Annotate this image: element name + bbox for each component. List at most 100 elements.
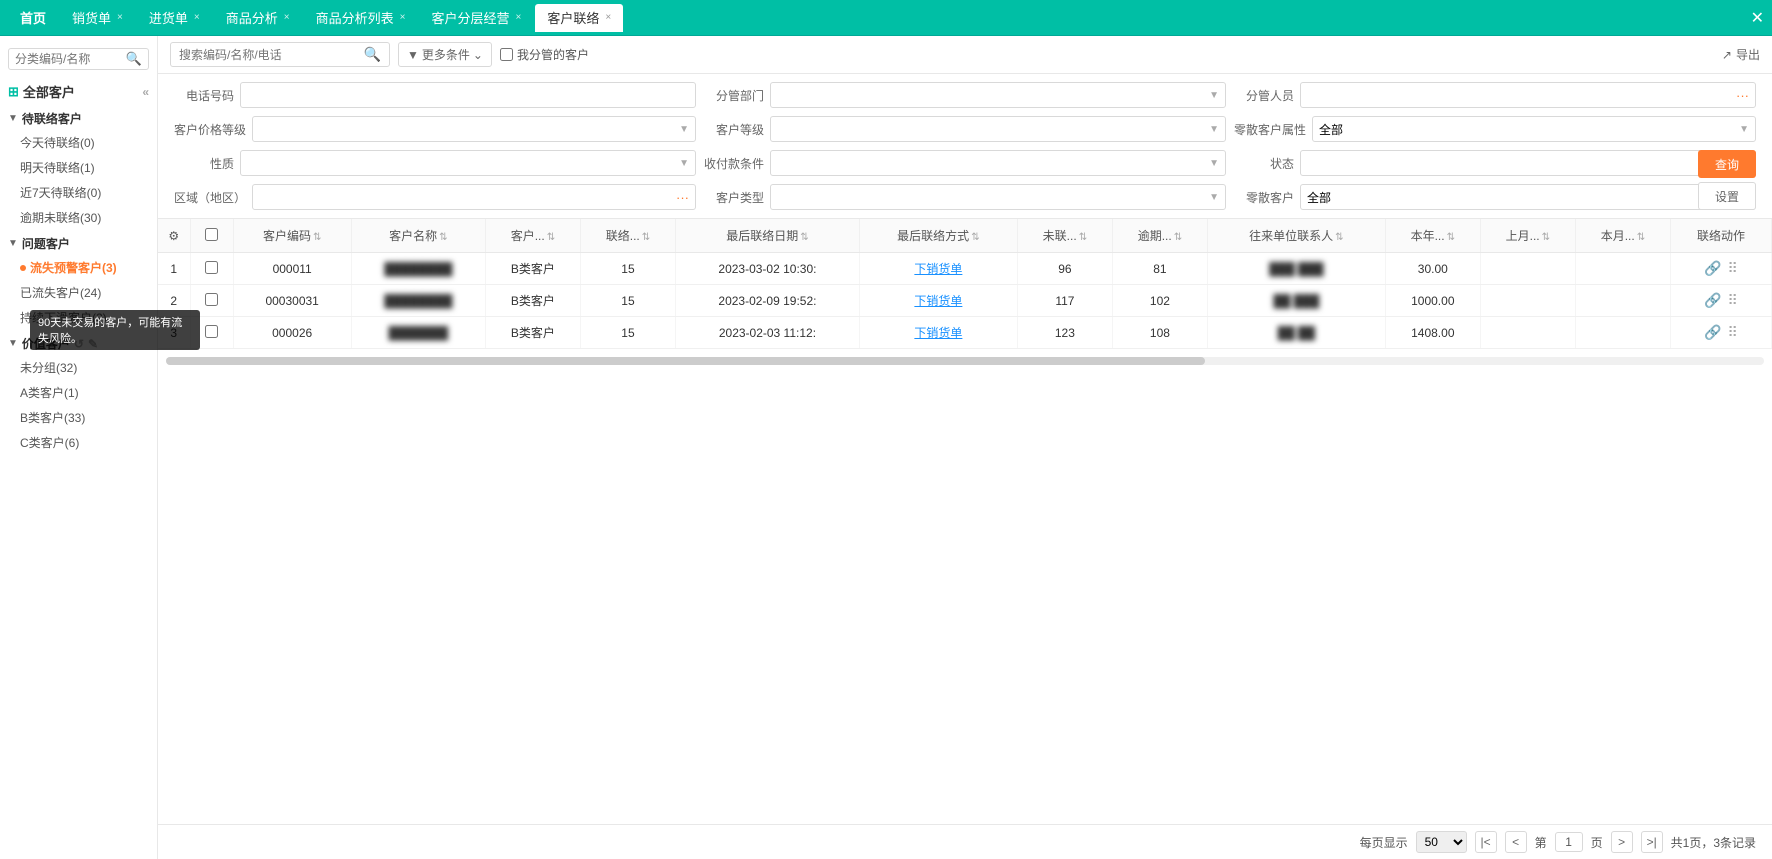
sidebar-item-today[interactable]: 今天待联络(0) bbox=[0, 130, 157, 155]
tab-customer-contact[interactable]: 客户联络 × bbox=[535, 4, 623, 32]
tab-sales[interactable]: 销货单 × bbox=[60, 4, 135, 32]
row3-more-icon[interactable]: ⠿ bbox=[1728, 324, 1738, 341]
row3-way[interactable]: 下销货单 bbox=[859, 317, 1017, 349]
col-check[interactable] bbox=[190, 219, 233, 253]
sidebar-item-c-class[interactable]: C类客户(6) bbox=[0, 430, 157, 455]
tab-home[interactable]: 首页 bbox=[8, 4, 58, 32]
row3-checkbox[interactable] bbox=[205, 325, 218, 338]
tab-analysis[interactable]: 商品分析 × bbox=[214, 4, 302, 32]
tab-analysis-list[interactable]: 商品分析列表 × bbox=[304, 4, 418, 32]
sidebar-item-tomorrow[interactable]: 明天待联络(1) bbox=[0, 155, 157, 180]
status-select[interactable]: ▼ bbox=[1300, 150, 1756, 176]
sidebar-search-box[interactable]: 🔍 bbox=[8, 48, 149, 70]
col-last-way[interactable]: 最后联络方式⇅ bbox=[859, 219, 1017, 253]
sidebar-item-overdue[interactable]: 逾期未联络(30) bbox=[0, 205, 157, 230]
col-code[interactable]: 客户编码⇅ bbox=[233, 219, 351, 253]
sort-no-contact-icon[interactable]: ⇅ bbox=[1079, 232, 1087, 243]
my-customers-checkbox[interactable] bbox=[500, 48, 513, 61]
customer-level-select[interactable]: ▼ bbox=[770, 116, 1226, 142]
sort-year-icon[interactable]: ⇅ bbox=[1447, 232, 1455, 243]
my-customers-checkbox-wrapper[interactable]: 我分管的客户 bbox=[500, 46, 589, 63]
first-page-button[interactable]: |< bbox=[1475, 831, 1497, 853]
col-overdue[interactable]: 逾期...⇅ bbox=[1112, 219, 1207, 253]
sort-code-icon[interactable]: ⇅ bbox=[313, 232, 321, 243]
search-icon[interactable]: 🔍 bbox=[364, 46, 381, 63]
sidebar-section-problem[interactable]: ▼ 问题客户 bbox=[0, 230, 157, 255]
row1-way[interactable]: 下销货单 bbox=[859, 253, 1017, 285]
sidebar-item-7days[interactable]: 近7天待联络(0) bbox=[0, 180, 157, 205]
division-dept-select[interactable]: ▼ bbox=[770, 82, 1226, 108]
current-page[interactable]: 1 bbox=[1555, 832, 1583, 852]
tab-close-analysis[interactable]: × bbox=[284, 12, 290, 23]
search-box[interactable]: 🔍 bbox=[170, 42, 390, 67]
col-unit-contact[interactable]: 往来单位联系人⇅ bbox=[1207, 219, 1385, 253]
price-level-select[interactable]: ▼ bbox=[252, 116, 696, 142]
payment-select[interactable]: ▼ bbox=[770, 150, 1226, 176]
col-name[interactable]: 客户名称⇅ bbox=[351, 219, 485, 253]
sort-unit-icon[interactable]: ⇅ bbox=[1335, 232, 1343, 243]
sort-date-icon[interactable]: ⇅ bbox=[800, 232, 808, 243]
sort-overdue-icon[interactable]: ⇅ bbox=[1174, 232, 1182, 243]
tab-close-sales[interactable]: × bbox=[117, 12, 123, 23]
search-input[interactable] bbox=[179, 48, 364, 62]
phone-input[interactable] bbox=[240, 82, 696, 108]
sort-last-month-icon[interactable]: ⇅ bbox=[1542, 232, 1550, 243]
sort-way-icon[interactable]: ⇅ bbox=[971, 232, 979, 243]
tab-purchase[interactable]: 进货单 × bbox=[137, 4, 212, 32]
tab-close-customer-layer[interactable]: × bbox=[515, 12, 521, 23]
last-page-button[interactable]: >| bbox=[1641, 831, 1663, 853]
col-last-date[interactable]: 最后联络日期⇅ bbox=[675, 219, 859, 253]
horizontal-scrollbar-track[interactable] bbox=[166, 357, 1764, 365]
row1-more-icon[interactable]: ⠿ bbox=[1728, 260, 1738, 277]
col-no-contact[interactable]: 未联...⇅ bbox=[1017, 219, 1112, 253]
division-person-more-icon[interactable]: ··· bbox=[1736, 88, 1749, 103]
horizontal-scrollbar-thumb[interactable] bbox=[166, 357, 1205, 365]
export-button[interactable]: ↗ 导出 bbox=[1722, 46, 1760, 63]
area-more-icon[interactable]: ··· bbox=[676, 190, 689, 205]
sidebar-item-a-class[interactable]: A类客户(1) bbox=[0, 380, 157, 405]
col-contact[interactable]: 联络...⇅ bbox=[580, 219, 675, 253]
division-person-select[interactable]: ··· bbox=[1300, 82, 1756, 108]
query-button[interactable]: 查询 bbox=[1698, 150, 1756, 178]
row3-link-icon[interactable]: 🔗 bbox=[1704, 324, 1721, 341]
customer-type-select[interactable]: ▼ bbox=[770, 184, 1226, 210]
sidebar-search-icon[interactable]: 🔍 bbox=[126, 51, 142, 67]
sidebar-item-ungroup[interactable]: 未分组(32) bbox=[0, 355, 157, 380]
sort-name-icon[interactable]: ⇅ bbox=[439, 232, 447, 243]
window-close-button[interactable]: ✕ bbox=[1751, 8, 1764, 28]
sidebar-search-input[interactable] bbox=[15, 52, 126, 66]
tab-close-purchase[interactable]: × bbox=[194, 12, 200, 23]
col-this-month[interactable]: 本月...⇅ bbox=[1575, 219, 1670, 253]
col-type[interactable]: 客户...⇅ bbox=[485, 219, 580, 253]
sort-type-icon[interactable]: ⇅ bbox=[547, 232, 555, 243]
col-last-month[interactable]: 上月...⇅ bbox=[1480, 219, 1575, 253]
zero-attr-select[interactable]: 全部 ▼ bbox=[1312, 116, 1756, 142]
row1-check[interactable] bbox=[190, 253, 233, 285]
sidebar-root[interactable]: ⊞ 全部客户 « bbox=[0, 78, 157, 105]
col-this-year[interactable]: 本年...⇅ bbox=[1385, 219, 1480, 253]
row2-link-icon[interactable]: 🔗 bbox=[1704, 292, 1721, 309]
tab-customer-layer[interactable]: 客户分层经营 × bbox=[419, 4, 533, 32]
row1-link-icon[interactable]: 🔗 bbox=[1704, 260, 1721, 277]
row1-checkbox[interactable] bbox=[205, 261, 218, 274]
sidebar-item-b-class[interactable]: B类客户(33) bbox=[0, 405, 157, 430]
settings-button[interactable]: 设置 bbox=[1698, 182, 1756, 210]
row2-more-icon[interactable]: ⠿ bbox=[1728, 292, 1738, 309]
gender-select[interactable]: ▼ bbox=[240, 150, 696, 176]
row2-way[interactable]: 下销货单 bbox=[859, 285, 1017, 317]
area-select[interactable]: ··· bbox=[252, 184, 696, 210]
select-all-checkbox[interactable] bbox=[205, 228, 218, 241]
tab-close-customer-contact[interactable]: × bbox=[605, 12, 611, 23]
next-page-button[interactable]: > bbox=[1611, 831, 1633, 853]
sidebar-collapse-btn[interactable]: « bbox=[142, 85, 149, 99]
sort-contact-icon[interactable]: ⇅ bbox=[642, 232, 650, 243]
page-size-select[interactable]: 50 100 200 bbox=[1416, 831, 1467, 853]
sort-this-month-icon[interactable]: ⇅ bbox=[1637, 232, 1645, 243]
col-settings[interactable]: ⚙ bbox=[158, 219, 190, 253]
sidebar-section-pending[interactable]: ▼ 待联络客户 bbox=[0, 105, 157, 130]
row2-checkbox[interactable] bbox=[205, 293, 218, 306]
zero-customer-select[interactable]: 全部 ▼ bbox=[1300, 184, 1756, 210]
tab-close-analysis-list[interactable]: × bbox=[400, 12, 406, 23]
prev-page-button[interactable]: < bbox=[1505, 831, 1527, 853]
sidebar-item-churned[interactable]: 已流失客户(24) bbox=[0, 280, 157, 305]
